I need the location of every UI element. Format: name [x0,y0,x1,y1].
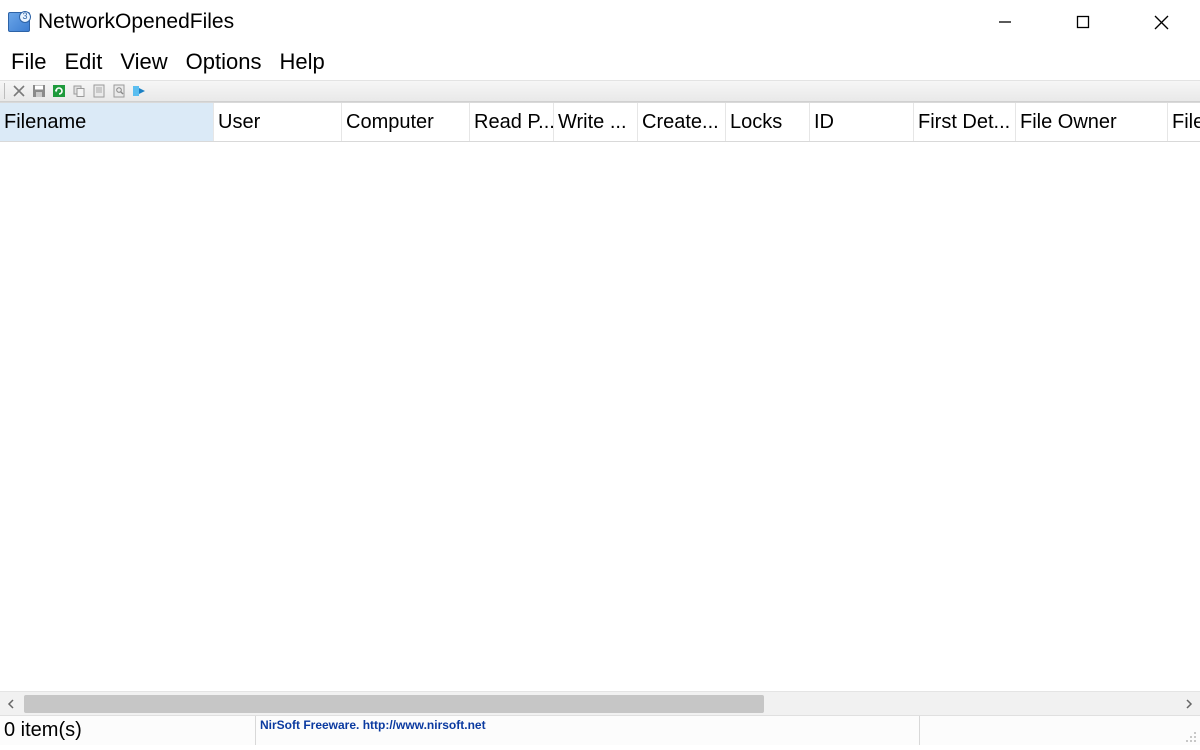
column-id[interactable]: ID [810,103,914,141]
menu-options[interactable]: Options [177,47,271,77]
exit-icon[interactable] [132,84,146,98]
resize-grip-icon [1182,728,1198,744]
find-icon[interactable] [112,84,126,98]
resize-grip[interactable] [1182,727,1198,743]
scroll-track[interactable] [22,695,1178,713]
close-selected-icon[interactable] [12,84,26,98]
scroll-right-button[interactable] [1178,693,1200,715]
copy-icon[interactable] [72,84,86,98]
app-icon [8,12,30,32]
title-left-group: NetworkOpenedFiles [8,10,234,34]
maximize-button[interactable] [1044,0,1122,44]
column-create-permissions[interactable]: Create... [638,103,726,141]
column-locks[interactable]: Locks [726,103,810,141]
title-bar: NetworkOpenedFiles [0,0,1200,44]
chevron-right-icon [1184,699,1194,709]
column-first-detected[interactable]: First Det... [914,103,1016,141]
menu-view[interactable]: View [111,47,176,77]
column-computer[interactable]: Computer [342,103,470,141]
status-item-count: 0 item(s) [0,716,256,745]
column-read-permissions[interactable]: Read P... [470,103,554,141]
horizontal-scrollbar[interactable] [0,691,1200,715]
refresh-icon[interactable] [52,84,66,98]
column-user[interactable]: User [214,103,342,141]
status-bar: 0 item(s) NirSoft Freeware. http://www.n… [0,715,1200,745]
column-file-owner[interactable]: File Owner [1016,103,1168,141]
toolbar [0,80,1200,102]
menu-edit[interactable]: Edit [55,47,111,77]
column-file[interactable]: File [1168,103,1200,141]
menu-file[interactable]: File [2,47,55,77]
window-title: NetworkOpenedFiles [38,10,234,34]
close-button[interactable] [1122,0,1200,44]
window-controls [966,0,1200,44]
toolbar-separator [4,83,5,99]
scroll-left-button[interactable] [0,693,22,715]
list-body[interactable] [0,142,1200,691]
minimize-button[interactable] [966,0,1044,44]
minimize-icon [998,15,1012,29]
close-icon [1154,15,1169,30]
column-headers: Filename User Computer Read P... Write .… [0,102,1200,142]
properties-icon[interactable] [92,84,106,98]
maximize-icon [1076,15,1090,29]
column-write-permissions[interactable]: Write ... [554,103,638,141]
menu-bar: File Edit View Options Help [0,44,1200,80]
status-credit: NirSoft Freeware. http://www.nirsoft.net [256,716,920,745]
scroll-thumb[interactable] [24,695,764,713]
status-blank [920,716,1200,745]
chevron-left-icon [6,699,16,709]
column-filename[interactable]: Filename [0,103,214,141]
menu-help[interactable]: Help [271,47,334,77]
disk-icon[interactable] [32,84,46,98]
